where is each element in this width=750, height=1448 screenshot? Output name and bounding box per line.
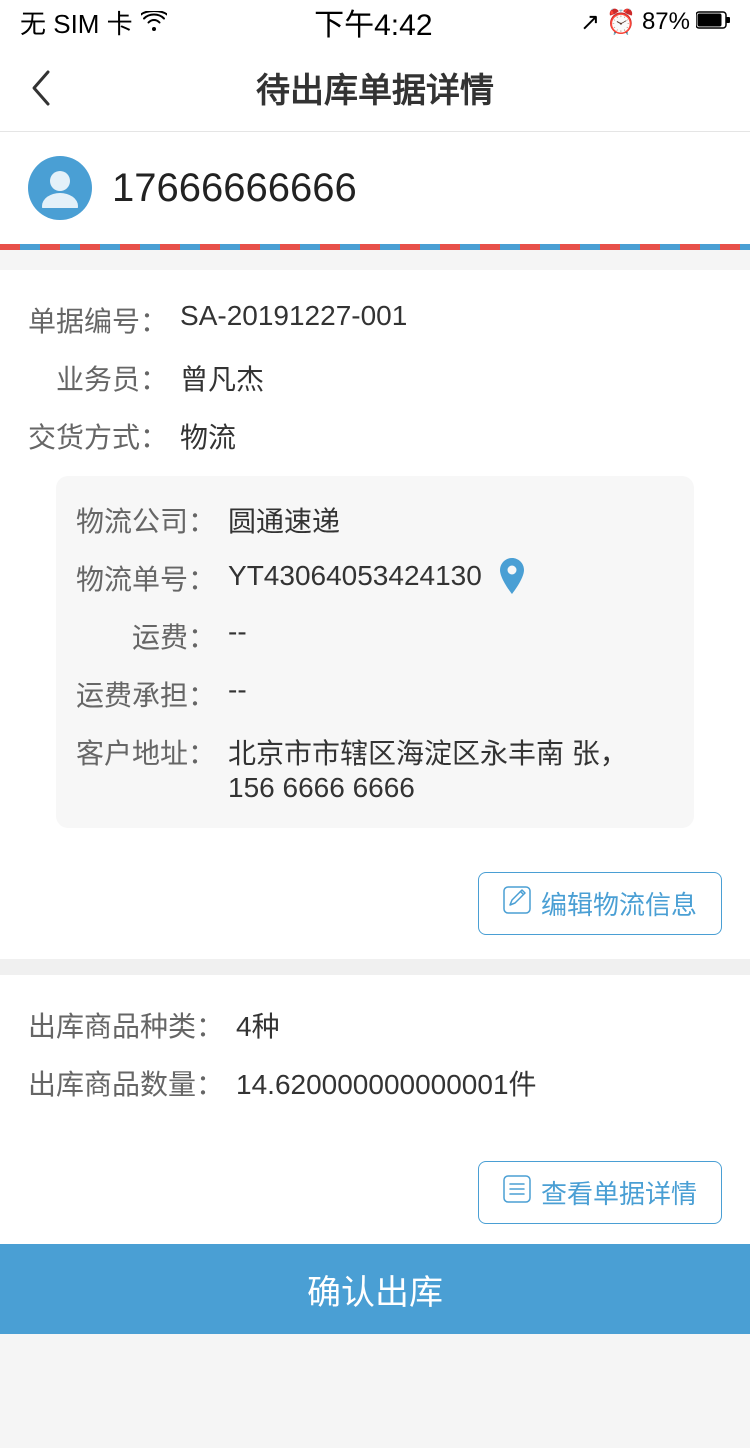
status-bar-right: ↗ ⏰ 87% — [580, 8, 730, 37]
avatar — [28, 156, 92, 220]
nav-bar: 待出库单据详情 — [0, 44, 750, 132]
logistics-tracking-value: YT43064053424130 — [216, 558, 674, 594]
wifi-icon — [141, 7, 167, 38]
logistics-freight-bear-value: -- — [216, 674, 674, 706]
location-status-icon: ↗ — [580, 8, 600, 37]
edit-logistics-button[interactable]: 编辑物流信息 — [478, 872, 722, 935]
customer-phone: 17666666666 — [112, 166, 357, 211]
confirm-button-wrapper: 确认出库 — [0, 1244, 750, 1334]
staff-value: 曾凡杰 — [168, 358, 722, 398]
goods-quantity-row: 出库商品数量： 14.620000000000001件 — [28, 1063, 722, 1103]
back-button[interactable] — [28, 68, 52, 108]
logistics-tracking-label: 物流单号： — [76, 558, 216, 598]
logistics-freight-value: -- — [216, 616, 674, 648]
logistics-company-value: 圆通速递 — [216, 500, 674, 540]
goods-type-value: 4种 — [224, 1005, 722, 1045]
logistics-card: 物流公司： 圆通速递 物流单号： YT43064053424130 运费： --… — [56, 476, 694, 828]
edit-logistics-label: 编辑物流信息 — [541, 885, 697, 922]
staff-row: 业务员： 曾凡杰 — [28, 358, 722, 398]
logistics-freight-row: 运费： -- — [76, 616, 674, 656]
view-details-button[interactable]: 查看单据详情 — [478, 1161, 722, 1224]
customer-header: 17666666666 — [0, 132, 750, 244]
logistics-freight-bear-label: 运费承担： — [76, 674, 216, 714]
alarm-status-icon: ⏰ — [606, 8, 636, 37]
delivery-row: 交货方式： 物流 — [28, 416, 722, 456]
staff-label: 业务员： — [28, 358, 168, 398]
logistics-address-value: 北京市市辖区海淀区永丰南 张，156 6666 6666 — [216, 732, 674, 804]
confirm-outbound-button[interactable]: 确认出库 — [0, 1244, 750, 1334]
document-number-label: 单据编号： — [28, 300, 168, 340]
logistics-freight-bear-row: 运费承担： -- — [76, 674, 674, 714]
status-bar: 无 SIM 卡 下午4:42 ↗ ⏰ 87% — [0, 0, 750, 44]
status-bar-left: 无 SIM 卡 — [20, 4, 167, 41]
logistics-address-label: 客户地址： — [76, 732, 216, 772]
logistics-address-row: 客户地址： 北京市市辖区海淀区永丰南 张，156 6666 6666 — [76, 732, 674, 804]
logistics-company-row: 物流公司： 圆通速递 — [76, 500, 674, 540]
section-divider-1 — [0, 959, 750, 975]
goods-quantity-value: 14.620000000000001件 — [224, 1063, 722, 1103]
goods-section: 出库商品种类： 4种 出库商品数量： 14.620000000000001件 — [0, 975, 750, 1145]
delivery-label: 交货方式： — [28, 416, 168, 456]
delivery-value: 物流 — [168, 416, 722, 456]
tracking-location-icon[interactable] — [494, 558, 530, 594]
goods-type-row: 出库商品种类： 4种 — [28, 1005, 722, 1045]
battery-icon — [696, 8, 730, 36]
view-details-label: 查看单据详情 — [541, 1174, 697, 1211]
logistics-freight-label: 运费： — [76, 616, 216, 656]
dashed-divider — [0, 244, 750, 250]
edit-logistics-wrapper: 编辑物流信息 — [0, 852, 750, 959]
document-number-value: SA-20191227-001 — [168, 300, 722, 332]
confirm-button-label: 确认出库 — [307, 1265, 443, 1314]
view-details-wrapper: 查看单据详情 — [0, 1145, 750, 1248]
logistics-company-label: 物流公司： — [76, 500, 216, 540]
page-title: 待出库单据详情 — [256, 63, 494, 112]
goods-type-label: 出库商品种类： — [28, 1005, 224, 1045]
goods-quantity-label: 出库商品数量： — [28, 1063, 224, 1103]
battery-label: 87% — [642, 8, 690, 36]
document-info-section: 单据编号： SA-20191227-001 业务员： 曾凡杰 交货方式： 物流 … — [0, 270, 750, 852]
carrier-label: 无 SIM 卡 — [20, 4, 133, 41]
status-bar-time: 下午4:42 — [314, 0, 432, 44]
logistics-tracking-row: 物流单号： YT43064053424130 — [76, 558, 674, 598]
edit-icon — [503, 886, 531, 921]
view-icon — [503, 1175, 531, 1210]
document-number-row: 单据编号： SA-20191227-001 — [28, 300, 722, 340]
